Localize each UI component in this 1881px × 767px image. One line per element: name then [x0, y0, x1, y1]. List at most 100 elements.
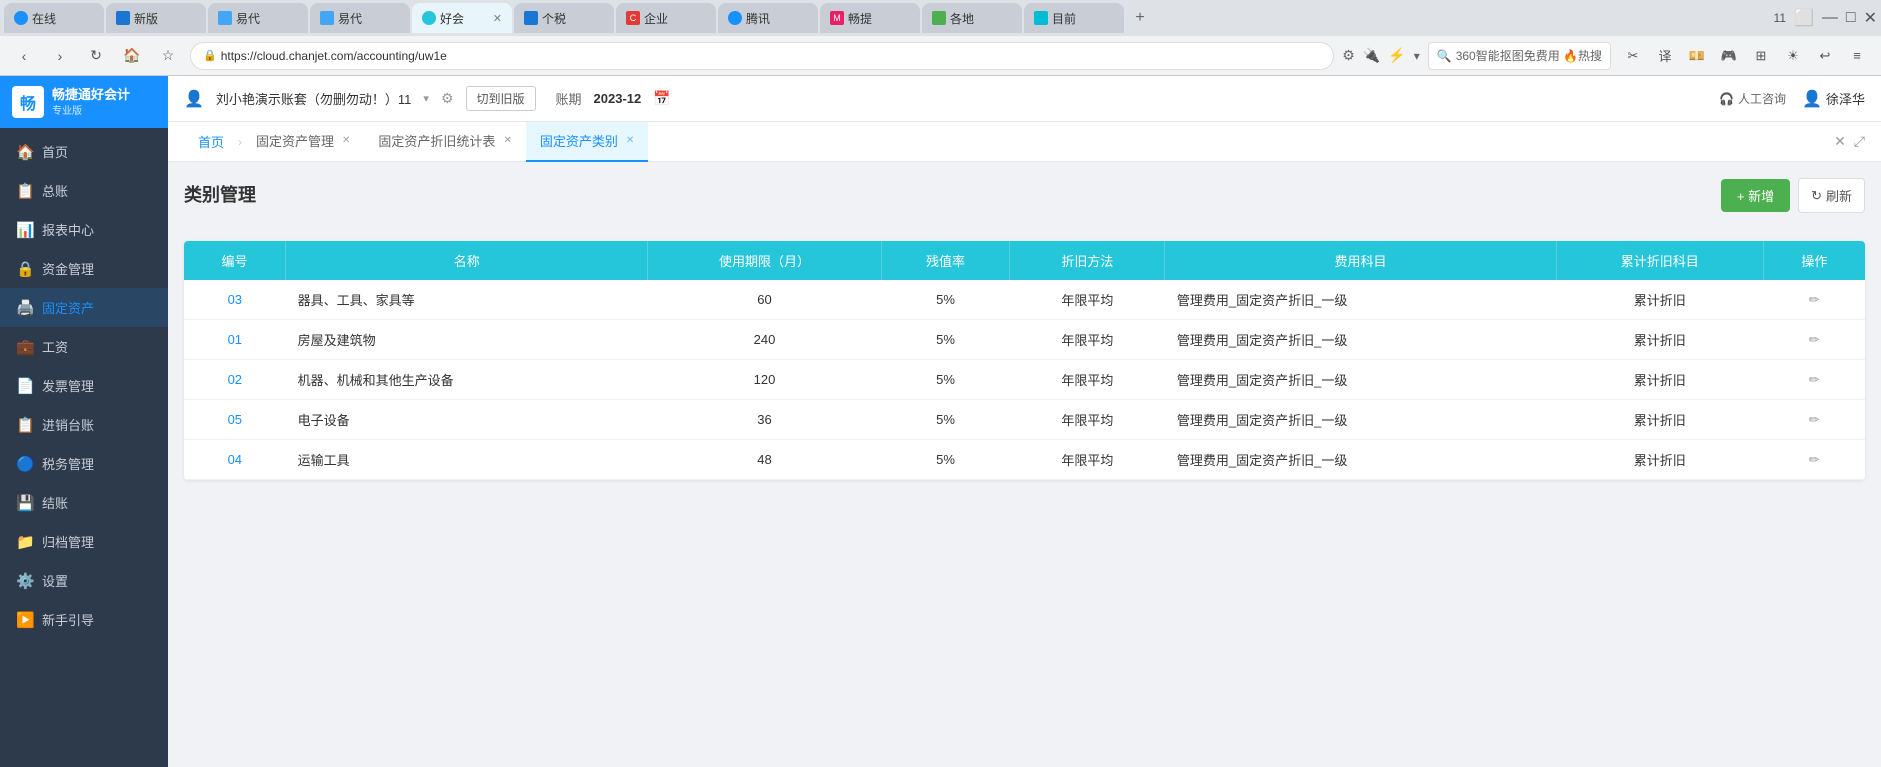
- tab-close-depreciation[interactable]: ✕: [503, 135, 511, 146]
- minimize-icon[interactable]: —: [1822, 9, 1838, 27]
- tab-close-assets-mgmt[interactable]: ✕: [342, 135, 350, 146]
- close-window-icon[interactable]: ✕: [1864, 8, 1877, 28]
- new-tab-button[interactable]: +: [1126, 4, 1154, 32]
- browser-tab-mumu[interactable]: 目前: [1024, 3, 1124, 33]
- forward-button[interactable]: ›: [46, 42, 74, 70]
- back-button[interactable]: ‹: [10, 42, 38, 70]
- wallet-icon[interactable]: 💴: [1683, 42, 1711, 70]
- col-header-action: 操作: [1763, 241, 1865, 280]
- sidebar-item-invoice[interactable]: 📄 发票管理: [0, 366, 168, 405]
- browser-tab-geshui[interactable]: 个税: [514, 3, 614, 33]
- settings-icon-header[interactable]: ⚙: [441, 90, 454, 107]
- cut-icon[interactable]: ✂: [1619, 42, 1647, 70]
- username: 徐泽华: [1826, 89, 1865, 108]
- grid-icon[interactable]: ⊞: [1747, 42, 1775, 70]
- browser-tab-yidai1[interactable]: 易代: [208, 3, 308, 33]
- browser-tab-enterprise[interactable]: C 企业: [616, 3, 716, 33]
- tab-controls: ✕ ⤢: [1834, 133, 1865, 150]
- browser-tab-changjie[interactable]: M 畅提: [820, 3, 920, 33]
- cell-expense: 管理费用_固定资产折旧_一级: [1165, 440, 1556, 480]
- sidebar-item-funds[interactable]: 🔒 资金管理: [0, 249, 168, 288]
- cell-action: ✏: [1763, 440, 1865, 480]
- asset-category-table: 编号 名称 使用期限（月） 残值率 折旧方法 费用科目 累计折旧科目 操作 03…: [184, 241, 1865, 480]
- tax-icon: 🔵: [16, 455, 34, 473]
- edit-button[interactable]: ✏: [1809, 332, 1820, 347]
- sidebar-item-home[interactable]: 🏠 首页: [0, 132, 168, 171]
- extensions-icon[interactable]: 🔌: [1363, 47, 1380, 64]
- app-header: 👤 刘小艳演示账套（勿删勿动！）11 ▾ ⚙ 切到旧版 账期 2023-12 📅…: [168, 76, 1881, 122]
- undo-icon[interactable]: ↩: [1811, 42, 1839, 70]
- search-icon: 🔍: [1437, 49, 1452, 63]
- customer-service-button[interactable]: 🎧 人工咨询: [1719, 90, 1786, 107]
- sidebar-item-guide[interactable]: ▶️ 新手引导: [0, 600, 168, 639]
- sidebar-item-inout[interactable]: 📋 进销台账: [0, 405, 168, 444]
- dropdown-icon[interactable]: ▾: [1414, 49, 1420, 63]
- sidebar-item-settings[interactable]: ⚙️ 设置: [0, 561, 168, 600]
- browser-tab-online[interactable]: 在线: [4, 3, 104, 33]
- dropdown-arrow[interactable]: ▾: [423, 92, 429, 105]
- tab-home[interactable]: 首页: [184, 122, 238, 162]
- cell-accumulated: 累计折旧: [1556, 440, 1763, 480]
- tab-asset-category[interactable]: 固定资产类别 ✕: [526, 122, 648, 162]
- sidebar-item-fixed-assets[interactable]: 🖨️ 固定资产: [0, 288, 168, 327]
- url-input[interactable]: 🔒 https://cloud.chanjet.com/accounting/u…: [190, 42, 1334, 70]
- browser-tab-yidai2[interactable]: 易代: [310, 3, 410, 33]
- cell-expense: 管理费用_固定资产折旧_一级: [1165, 360, 1556, 400]
- sidebar-item-ledger[interactable]: 📋 总账: [0, 171, 168, 210]
- edit-button[interactable]: ✏: [1809, 412, 1820, 427]
- close-content-icon[interactable]: ✕: [1834, 133, 1846, 150]
- sidebar-item-tax[interactable]: 🔵 税务管理: [0, 444, 168, 483]
- tab-close-category[interactable]: ✕: [626, 135, 634, 146]
- cell-id[interactable]: 05: [184, 400, 286, 440]
- browser-tab-tencent[interactable]: 腾讯: [718, 3, 818, 33]
- search-bar[interactable]: 🔍 360智能抠图免费用 🔥热搜: [1428, 42, 1611, 70]
- sidebar-logo: 畅 畅捷通好会计 专业版: [0, 76, 168, 128]
- add-category-button[interactable]: + 新增: [1721, 179, 1790, 212]
- cell-period: 36: [648, 400, 881, 440]
- sun-icon[interactable]: ☀: [1779, 42, 1807, 70]
- site-settings-icon[interactable]: ⚙: [1342, 47, 1355, 64]
- cell-id[interactable]: 02: [184, 360, 286, 400]
- sidebar-item-salary[interactable]: 💼 工资: [0, 327, 168, 366]
- cell-id[interactable]: 03: [184, 280, 286, 320]
- energy-icon[interactable]: ⚡: [1388, 47, 1405, 64]
- calendar-icon[interactable]: 📅: [653, 90, 670, 107]
- cell-name: 器具、工具、家具等: [286, 280, 648, 320]
- restore-icon[interactable]: ⬜: [1794, 8, 1814, 28]
- cell-expense: 管理费用_固定资产折旧_一级: [1165, 400, 1556, 440]
- edit-button[interactable]: ✏: [1809, 372, 1820, 387]
- inout-icon: 📋: [16, 416, 34, 434]
- home-button[interactable]: 🏠: [118, 42, 146, 70]
- sidebar-item-reports[interactable]: 📊 报表中心: [0, 210, 168, 249]
- settings-icon: ⚙️: [16, 572, 34, 590]
- browser-tab-gedi[interactable]: 各地: [922, 3, 1022, 33]
- user-profile[interactable]: 👤 徐泽华: [1802, 89, 1865, 109]
- bookmark-button[interactable]: ☆: [154, 42, 182, 70]
- edit-button[interactable]: ✏: [1809, 292, 1820, 307]
- cell-name: 机器、机械和其他生产设备: [286, 360, 648, 400]
- expand-content-icon[interactable]: ⤢: [1854, 133, 1865, 150]
- sidebar-item-archive[interactable]: 📁 归档管理: [0, 522, 168, 561]
- translate-icon[interactable]: 译: [1651, 42, 1679, 70]
- browser-tab-haohui[interactable]: 好会 ✕: [412, 3, 512, 33]
- refresh-button[interactable]: ↻ 刷新: [1798, 178, 1865, 213]
- cell-id[interactable]: 04: [184, 440, 286, 480]
- cell-residual: 5%: [881, 280, 1010, 320]
- page-body: 类别管理 + 新增 ↻ 刷新 编号 名称 使用期限（月） 残值率: [168, 162, 1881, 767]
- game-icon[interactable]: 🎮: [1715, 42, 1743, 70]
- switch-version-button[interactable]: 切到旧版: [466, 86, 536, 111]
- reload-button[interactable]: ↻: [82, 42, 110, 70]
- cell-expense: 管理费用_固定资产折旧_一级: [1165, 320, 1556, 360]
- tab-fixed-assets-mgmt[interactable]: 固定资产管理 ✕: [242, 122, 364, 162]
- sidebar-item-close[interactable]: 💾 结账: [0, 483, 168, 522]
- tab-depreciation-table[interactable]: 固定资产折旧统计表 ✕: [364, 122, 525, 162]
- edit-button[interactable]: ✏: [1809, 452, 1820, 467]
- cell-id[interactable]: 01: [184, 320, 286, 360]
- maximize-icon[interactable]: □: [1846, 9, 1856, 27]
- browser-tab-new[interactable]: 新版: [106, 3, 206, 33]
- col-header-id: 编号: [184, 241, 286, 280]
- menu-icon[interactable]: ≡: [1843, 42, 1871, 70]
- sidebar: 畅 畅捷通好会计 专业版 🏠 首页 📋 总账 📊 报表中心 🔒 资金管理: [0, 76, 168, 767]
- cell-accumulated: 累计折旧: [1556, 320, 1763, 360]
- tab-close-haohui[interactable]: ✕: [493, 12, 502, 25]
